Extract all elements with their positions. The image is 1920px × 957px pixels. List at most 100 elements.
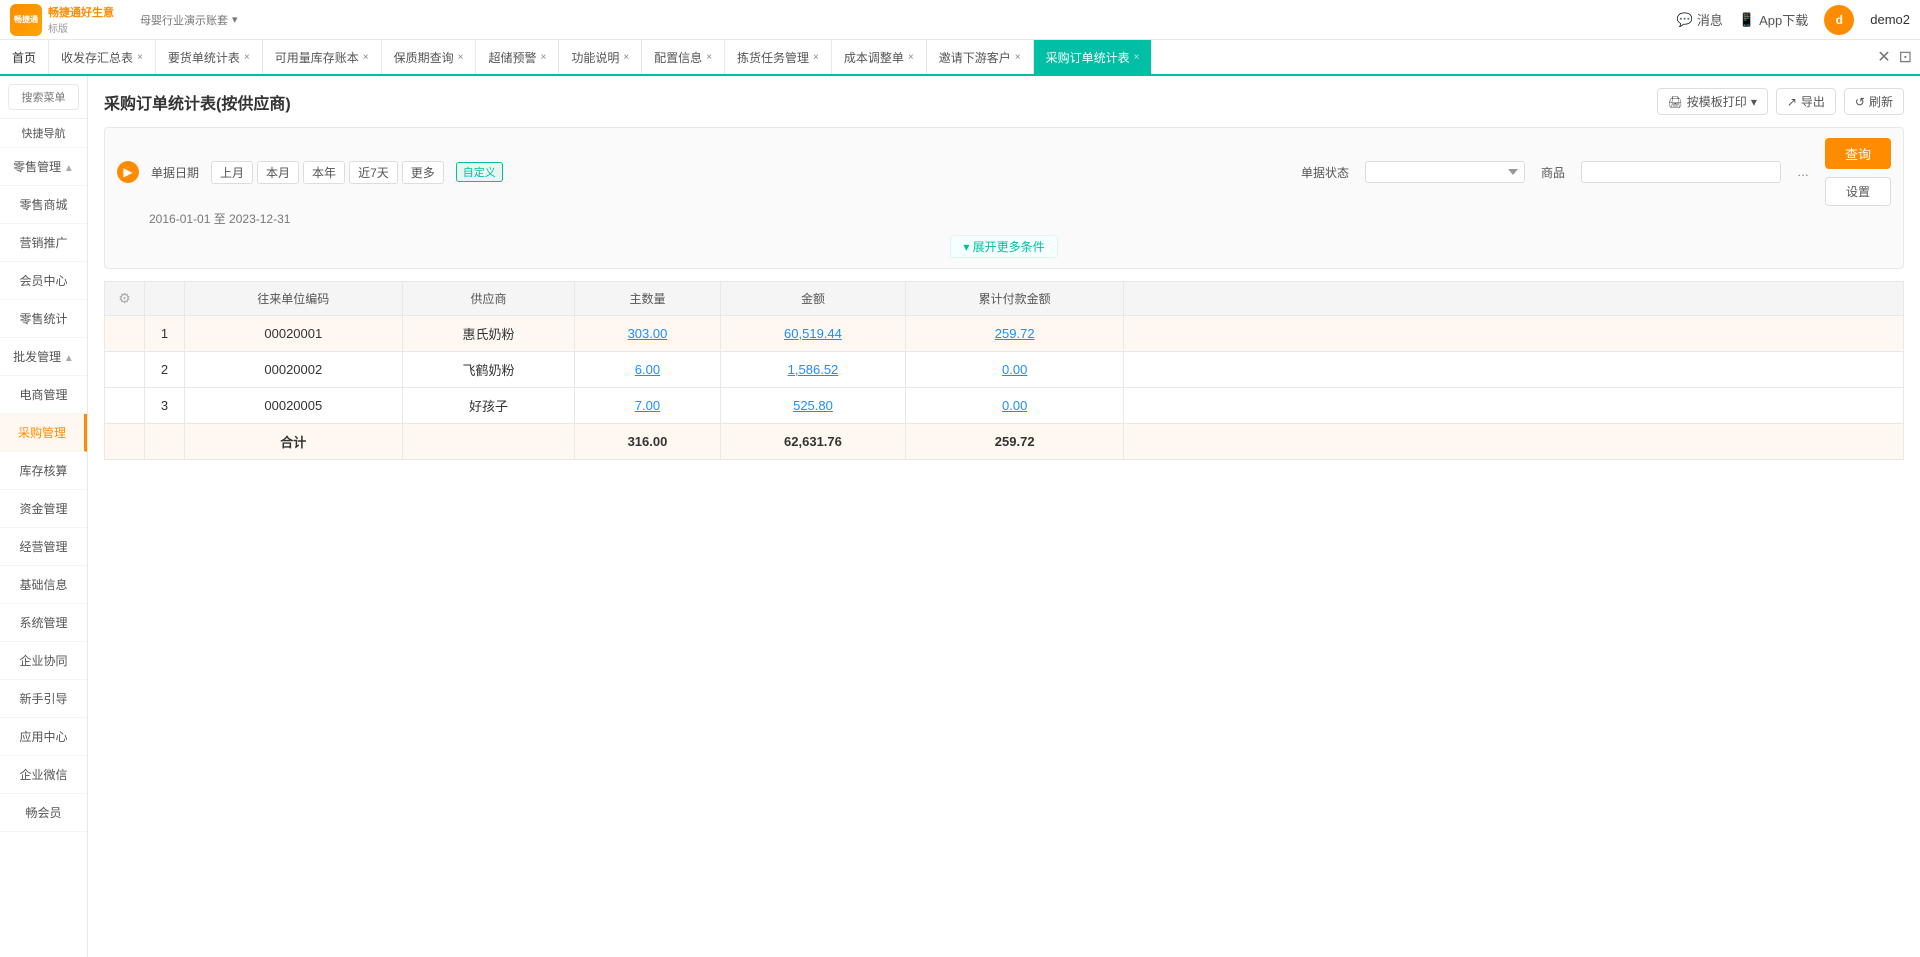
sidebar-item-purchase-mgmt[interactable]: 采购管理 — [0, 414, 87, 452]
sidebar-item-retail-shop[interactable]: 零售商城 — [0, 186, 87, 224]
sidebar-item-enterprise-collab[interactable]: 企业协同 — [0, 642, 87, 680]
tab-picking-task[interactable]: 拣货任务管理× — [725, 40, 832, 75]
sidebar-item-sys-mgmt[interactable]: 系统管理 — [0, 604, 87, 642]
sidebar-label-marketing: 营销推广 — [19, 236, 67, 250]
sidebar-item-basic-info[interactable]: 基础信息 — [0, 566, 87, 604]
tab-close-receive-send[interactable]: × — [137, 52, 143, 63]
tab-available-stock[interactable]: 可用量库存账本× — [263, 40, 382, 75]
date-filter-btn-last-7-days[interactable]: 近7天 — [349, 161, 398, 184]
date-filter-btn-more[interactable]: 更多 — [402, 161, 444, 184]
row-paid-amount-link-1[interactable]: 0.00 — [1002, 362, 1027, 377]
tab-goods-stat[interactable]: 要货单统计表× — [156, 40, 263, 75]
row-paid-amount-2[interactable]: 0.00 — [906, 388, 1124, 424]
tab-close-available-stock[interactable]: × — [363, 52, 369, 63]
tab-invite-downstream[interactable]: 邀请下游客户× — [927, 40, 1034, 75]
table-header-index — [145, 282, 185, 316]
tab-close-purchase-stat[interactable]: × — [1134, 52, 1140, 63]
message-button[interactable]: 💬 消息 — [1677, 10, 1723, 29]
printer-icon: 🖨 — [1668, 95, 1683, 109]
sidebar-item-new-guide[interactable]: 新手引导 — [0, 680, 87, 718]
app-download-button[interactable]: 📱 App下载 — [1739, 10, 1808, 29]
row-amount-link-1[interactable]: 1,586.52 — [788, 362, 839, 377]
expand-more-conditions-button[interactable]: ▾ 展开更多条件 — [950, 235, 1057, 258]
tab-function-desc[interactable]: 功能说明 × — [559, 40, 642, 75]
tab-config-info[interactable]: 配置信息 × — [642, 40, 725, 75]
sidebar-item-retail-mgmt[interactable]: 零售管理 ▲ — [0, 148, 87, 186]
product-more-button[interactable]: … — [1797, 165, 1809, 179]
refresh-button[interactable]: ↺ 刷新 — [1844, 88, 1904, 115]
table-header-row: ⚙ 往来单位编码 供应商 主数量 金额 累计付款金额 — [105, 282, 1904, 316]
tab-close-goods-stat[interactable]: × — [244, 52, 250, 63]
row-amount-0[interactable]: 60,519.44 — [720, 316, 906, 352]
footer-empty-supplier — [402, 424, 575, 460]
product-filter-input[interactable] — [1581, 161, 1781, 183]
sidebar-item-app-center[interactable]: 应用中心 — [0, 718, 87, 756]
sidebar-item-retail-stat[interactable]: 零售统计 — [0, 300, 87, 338]
tab-close-all-icon[interactable]: ✕ — [1877, 47, 1890, 67]
table-settings-icon[interactable]: ⚙ — [118, 290, 131, 306]
tab-label-function-desc: 功能说明 — [571, 49, 619, 66]
footer-empty-rest — [1124, 424, 1904, 460]
query-button[interactable]: 查询 — [1825, 138, 1891, 169]
quick-nav-button[interactable]: 快捷导航 — [0, 119, 87, 148]
tab-close-function-desc[interactable]: × — [623, 52, 629, 63]
tab-receive-send[interactable]: 收发存汇总表× — [49, 40, 156, 75]
tab-label-expiry-query: 保质期查询 — [394, 49, 454, 66]
status-filter-select[interactable] — [1365, 161, 1525, 183]
tab-purchase-stat[interactable]: 采购订单统计表× — [1034, 40, 1153, 75]
tab-label-config-info: 配置信息 — [654, 49, 702, 66]
row-amount-link-2[interactable]: 525.80 — [793, 398, 833, 413]
row-paid-amount-0[interactable]: 259.72 — [906, 316, 1124, 352]
sidebar-item-member-center[interactable]: 会员中心 — [0, 262, 87, 300]
tab-close-overstock-warning[interactable]: × — [540, 52, 546, 63]
row-main-qty-0[interactable]: 303.00 — [575, 316, 720, 352]
row-amount-2[interactable]: 525.80 — [720, 388, 906, 424]
row-main-qty-link-1[interactable]: 6.00 — [635, 362, 660, 377]
sidebar-item-wholesale-mgmt[interactable]: 批发管理 ▲ — [0, 338, 87, 376]
row-main-qty-1[interactable]: 6.00 — [575, 352, 720, 388]
avatar[interactable]: d — [1824, 5, 1854, 35]
date-filter-btn-this-month[interactable]: 本月 — [257, 161, 299, 184]
print-button[interactable]: 🖨 按模板打印 ▾ — [1657, 88, 1768, 115]
tab-close-expiry-query[interactable]: × — [458, 52, 464, 63]
custom-date-badge[interactable]: 自定义 — [456, 162, 503, 182]
sidebar-item-ecommerce-mgmt[interactable]: 电商管理 — [0, 376, 87, 414]
table-row: 1 00020001 惠氏奶粉 303.00 60,519.44 259.72 — [105, 316, 1904, 352]
workspace-selector[interactable]: 母婴行业演示账套 ▾ — [140, 12, 238, 28]
tab-close-invite-downstream[interactable]: × — [1015, 52, 1021, 63]
row-main-qty-link-0[interactable]: 303.00 — [628, 326, 668, 341]
sidebar-item-finance-mgmt[interactable]: 资金管理 — [0, 490, 87, 528]
row-paid-amount-1[interactable]: 0.00 — [906, 352, 1124, 388]
tab-close-config-info[interactable]: × — [706, 52, 712, 63]
row-paid-amount-link-0[interactable]: 259.72 — [995, 326, 1035, 341]
date-filter-btn-last-month[interactable]: 上月 — [211, 161, 253, 184]
tab-close-picking-task[interactable]: × — [813, 52, 819, 63]
tab-expiry-query[interactable]: 保质期查询 × — [382, 40, 477, 75]
export-icon: ↗ — [1787, 95, 1797, 109]
search-menu-button[interactable]: 搜索菜单 — [8, 84, 79, 110]
logo-text-line1: 畅捷通 — [14, 14, 38, 25]
tab-expand-icon[interactable]: ⊡ — [1899, 47, 1912, 67]
sidebar-item-marketing[interactable]: 营销推广 — [0, 224, 87, 262]
table-header-empty — [1124, 282, 1904, 316]
tab-close-cost-adjust[interactable]: × — [908, 52, 914, 63]
date-filter-btn-this-year[interactable]: 本年 — [303, 161, 345, 184]
row-paid-amount-link-2[interactable]: 0.00 — [1002, 398, 1027, 413]
row-amount-link-0[interactable]: 60,519.44 — [784, 326, 842, 341]
sidebar-item-ops-mgmt[interactable]: 经营管理 — [0, 528, 87, 566]
logo-icon: 畅捷通 — [10, 4, 42, 36]
row-amount-1[interactable]: 1,586.52 — [720, 352, 906, 388]
row-main-qty-link-2[interactable]: 7.00 — [635, 398, 660, 413]
sidebar-item-inventory-check[interactable]: 库存核算 — [0, 452, 87, 490]
row-main-qty-2[interactable]: 7.00 — [575, 388, 720, 424]
tab-overstock-warning[interactable]: 超储预警× — [476, 40, 559, 75]
logo-brand: 畅捷通好生意 — [48, 4, 114, 20]
sidebar-item-enterprise-wechat[interactable]: 企业微信 — [0, 756, 87, 794]
settings-button[interactable]: 设置 — [1825, 177, 1891, 206]
filter-toggle-button[interactable]: ▶ — [117, 161, 139, 183]
export-button[interactable]: ↗ 导出 — [1776, 88, 1836, 115]
avatar-text: d — [1836, 13, 1843, 27]
tab-home[interactable]: 首页 — [0, 40, 49, 75]
sidebar-item-member[interactable]: 畅会员 — [0, 794, 87, 832]
tab-cost-adjust[interactable]: 成本调整单× — [832, 40, 927, 75]
